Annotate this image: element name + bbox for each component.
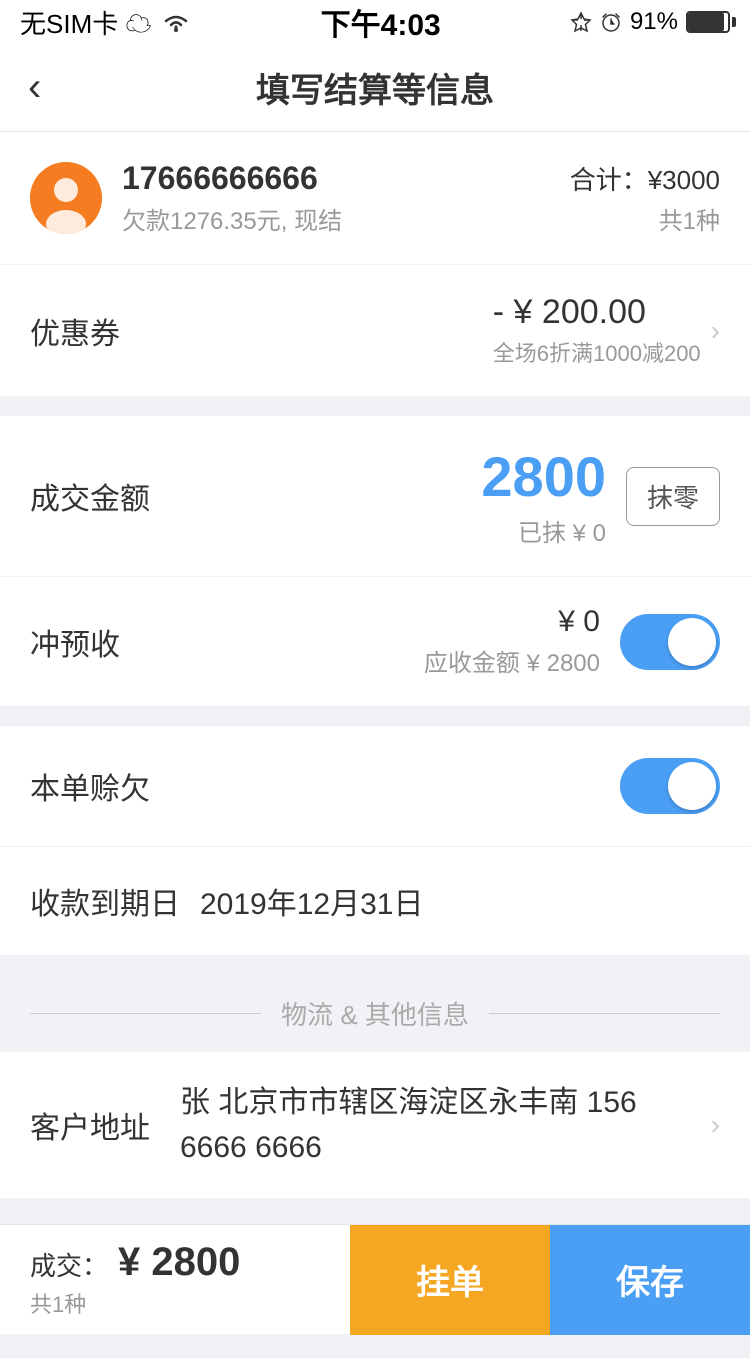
user-right: 合计：¥3000 共1种 xyxy=(570,160,720,236)
due-row: 收款到期日 2019年12月31日 xyxy=(0,846,750,955)
nav-bar: ‹ 填写结算等信息 xyxy=(0,44,750,132)
address-label: 客户地址 xyxy=(30,1103,150,1147)
due-label: 收款到期日 xyxy=(30,879,180,923)
status-bar: 无SIM卡 ☁ 下午4:03 91% xyxy=(0,0,750,44)
status-time: 下午4:03 xyxy=(321,0,441,44)
user-left: 17666666666 欠款1276.35元, 现结 xyxy=(30,160,342,236)
prepay-right: ¥ 0 应收金额 ¥ 2800 xyxy=(424,605,720,678)
debt-label: 本单赊欠 xyxy=(30,764,150,808)
logistics-text: 物流 & 其他信息 xyxy=(281,995,469,1032)
hang-button[interactable]: 挂单 xyxy=(350,1225,550,1335)
due-value: 2019年12月31日 xyxy=(200,879,423,923)
coupon-right: - ¥ 200.00 全场6折满1000减200 › xyxy=(493,293,720,368)
coupon-discount: - ¥ 200.00 xyxy=(493,293,701,332)
content-area: 17666666666 欠款1276.35元, 现结 合计：¥3000 共1种 … xyxy=(0,132,750,1358)
amount-value: 2800 xyxy=(481,444,606,509)
total-label: 合计：¥3000 xyxy=(570,160,720,197)
bottom-summary-top: 成交： ¥ 2800 xyxy=(30,1240,320,1285)
bottom-summary: 成交： ¥ 2800 共1种 xyxy=(0,1240,350,1319)
prepay-row: 冲预收 ¥ 0 应收金额 ¥ 2800 xyxy=(0,576,750,706)
debt-toggle[interactable] xyxy=(620,758,720,814)
back-button[interactable]: ‹ xyxy=(28,65,41,110)
prepay-sub: 应收金额 ¥ 2800 xyxy=(424,643,600,678)
amount-label: 成交金额 xyxy=(30,474,150,518)
prepay-toggle[interactable] xyxy=(620,614,720,670)
address-chevron-icon: › xyxy=(711,1109,720,1141)
user-card: 17666666666 欠款1276.35元, 现结 合计：¥3000 共1种 … xyxy=(0,132,750,396)
coupon-desc: 全场6折满1000减200 xyxy=(493,336,701,368)
coupon-row[interactable]: 优惠券 - ¥ 200.00 全场6折满1000减200 › xyxy=(0,264,750,396)
user-debt: 欠款1276.35元, 现结 xyxy=(122,201,342,236)
amount-section: 成交金额 2800 已抹 ¥ 0 抹零 冲预收 ¥ 0 应收金额 ¥ 2800 xyxy=(0,416,750,706)
prepay-amount-wrap: ¥ 0 应收金额 ¥ 2800 xyxy=(424,605,600,678)
logistics-line-left xyxy=(30,1013,261,1014)
debt-row: 本单赊欠 xyxy=(0,726,750,846)
save-button[interactable]: 保存 xyxy=(550,1225,750,1335)
bottom-count: 共1种 xyxy=(30,1287,320,1319)
prepay-label: 冲预收 xyxy=(30,620,120,664)
bottom-deal-value: ¥ 2800 xyxy=(118,1240,240,1285)
prepay-amount: ¥ 0 xyxy=(424,605,600,639)
no-sim-text: 无SIM卡 ☁ xyxy=(20,4,151,41)
address-value: 张 北京市市辖区海淀区永丰南 156 6666 6666 xyxy=(180,1080,711,1170)
address-row[interactable]: 客户地址 张 北京市市辖区海淀区永丰南 156 6666 6666 › xyxy=(0,1052,750,1198)
battery-icon xyxy=(686,11,730,33)
coupon-chevron-icon: › xyxy=(711,315,720,347)
logistics-header: 物流 & 其他信息 xyxy=(0,975,750,1052)
coupon-label: 优惠券 xyxy=(30,309,120,353)
battery-percent: 91% xyxy=(630,8,678,36)
amount-sub: 已抹 ¥ 0 xyxy=(481,513,606,548)
round-button[interactable]: 抹零 xyxy=(626,467,720,526)
page-title: 填写结算等信息 xyxy=(256,63,494,112)
user-row: 17666666666 欠款1276.35元, 现结 合计：¥3000 共1种 xyxy=(0,132,750,264)
total-count: 共1种 xyxy=(570,201,720,236)
debt-card: 本单赊欠 收款到期日 2019年12月31日 xyxy=(0,726,750,955)
user-info: 17666666666 欠款1276.35元, 现结 xyxy=(122,160,342,236)
bottom-deal-label: 成交： xyxy=(30,1246,108,1283)
amount-row: 成交金额 2800 已抹 ¥ 0 抹零 xyxy=(0,416,750,576)
location-icon xyxy=(570,11,592,33)
logistics-line-right xyxy=(489,1013,720,1014)
amount-right: 2800 已抹 ¥ 0 抹零 xyxy=(481,444,720,548)
user-phone: 17666666666 xyxy=(122,160,342,197)
alarm-icon xyxy=(600,11,622,33)
bottom-bar: 成交： ¥ 2800 共1种 挂单 保存 xyxy=(0,1224,750,1334)
wifi-icon xyxy=(161,11,191,33)
avatar xyxy=(30,162,102,234)
status-left: 无SIM卡 ☁ xyxy=(20,4,191,41)
status-right: 91% xyxy=(570,8,730,36)
